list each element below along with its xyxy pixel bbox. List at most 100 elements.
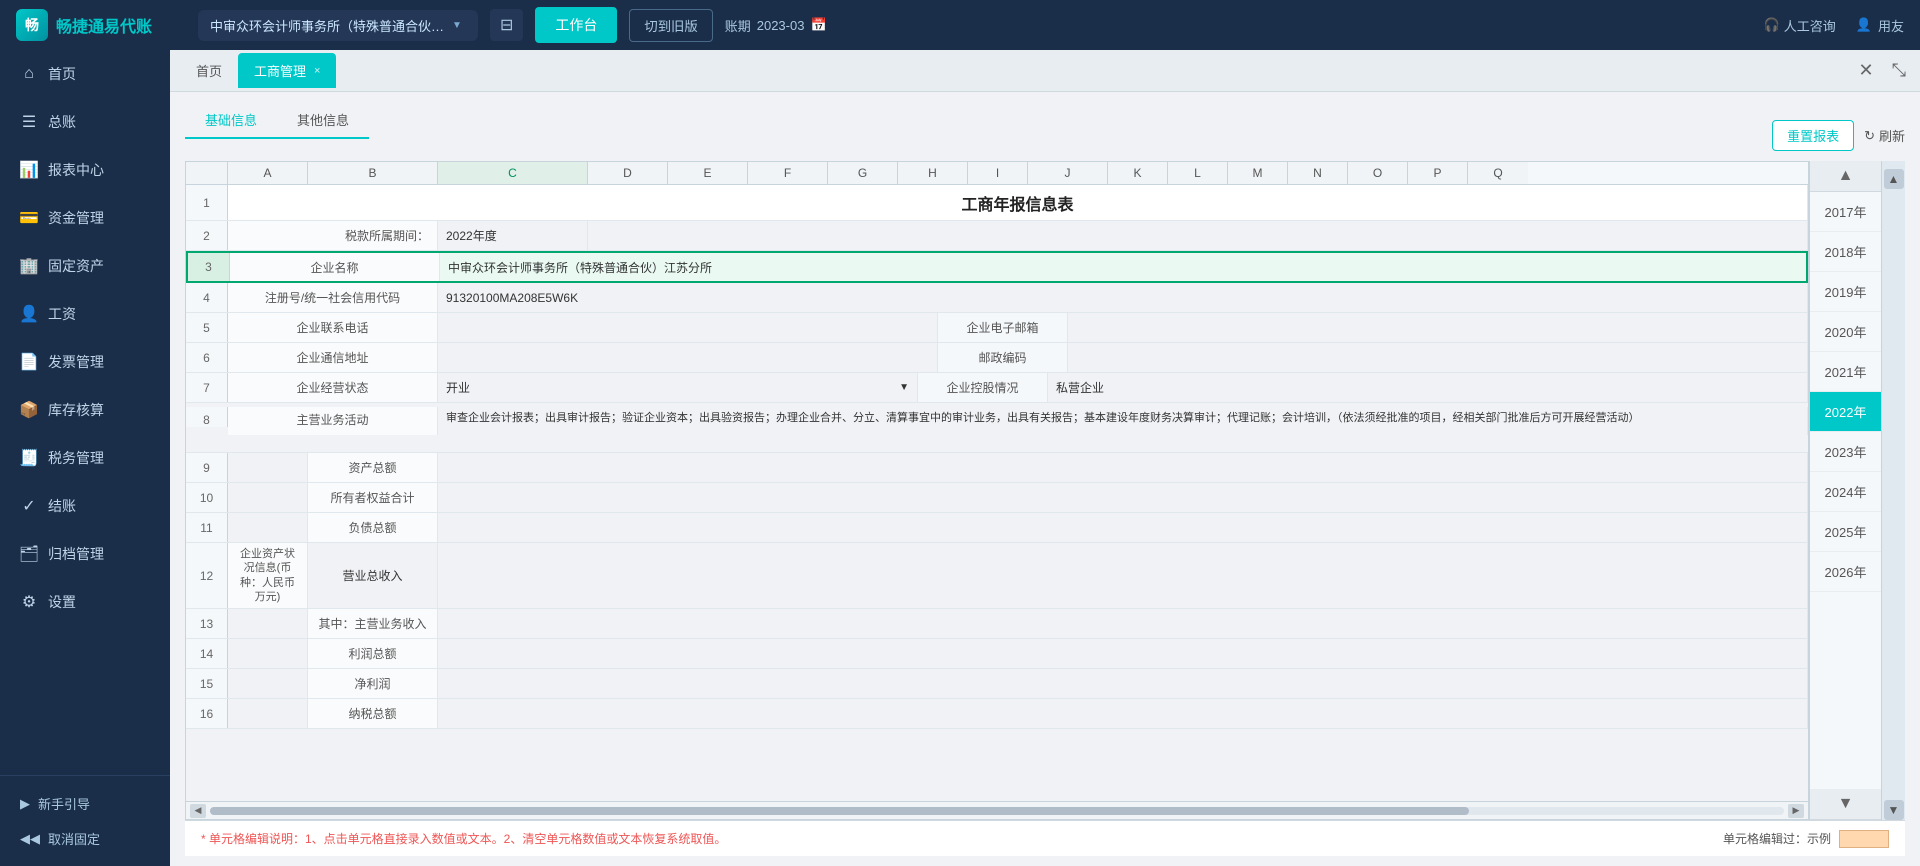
workbench-button[interactable]: 工作台 [535,7,617,43]
user-area[interactable]: 👤 用友 [1856,16,1904,35]
cell-10-a [228,483,308,512]
sidebar-item-home[interactable]: ⌂ 首页 [0,50,170,98]
sidebar-unpin[interactable]: ◀◀ 取消固定 [0,821,170,856]
tab-bar-right: ✕ ⤡ [1855,56,1911,85]
close-accounts-icon: ✓ [20,497,38,515]
app-title: 畅捷通易代账 [56,13,152,37]
tab-home[interactable]: 首页 [180,53,238,88]
year-scroll-up-button[interactable]: ▲ [1810,161,1881,192]
company-selector[interactable]: 中审众环会计师事务所（特殊普通合伙… ▼ [198,10,478,41]
sidebar-item-label: 归档管理 [48,544,104,564]
sidebar-item-archive[interactable]: 🗂 归档管理 [0,530,170,578]
row-num: 10 [186,483,228,512]
year-item-2017[interactable]: 2017年 [1810,192,1881,232]
consult-button[interactable]: 🎧 人工咨询 [1764,16,1836,35]
col-I: I [968,162,1028,184]
row-num: 5 [186,313,228,342]
year-item-2023[interactable]: 2023年 [1810,432,1881,472]
scroll-track[interactable] [210,807,1784,815]
cell-13-c[interactable] [438,609,1808,638]
refresh-icon: ↻ [1864,128,1875,144]
cell-16-c[interactable] [438,699,1808,728]
col-J: J [1028,162,1108,184]
sidebar-item-close[interactable]: ✓ 结账 [0,482,170,530]
year-item-2021[interactable]: 2021年 [1810,352,1881,392]
cell-8-c[interactable]: 审查企业会计报表；出具审计报告；验证企业资本；出具验资报告；办理企业合并、分立、… [438,407,1808,435]
cell-7-k[interactable]: 私营企业 [1048,373,1808,402]
scroll-right-button[interactable]: ▶ [1788,804,1804,818]
sidebar-item-inventory[interactable]: 📦 库存核算 [0,386,170,434]
cell-14-c[interactable] [438,639,1808,668]
year-item-2020[interactable]: 2020年 [1810,312,1881,352]
sidebar-item-tax[interactable]: 🧾 税务管理 [0,434,170,482]
scroll-left-button[interactable]: ◀ [190,804,206,818]
sidebar-item-finance[interactable]: 💳 资金管理 [0,194,170,242]
tab-expand-button[interactable]: ⤡ [1888,56,1910,85]
chevron-down-button[interactable]: ▼ [1884,800,1904,820]
status-right: 单元格编辑过：示例 [1723,830,1889,848]
status-hint: * 单元格编辑说明：1、点击单元格直接录入数值或文本。2、清空单元格数值或文本恢… [201,830,726,847]
sidebar-item-reports[interactable]: 📊 报表中心 [0,146,170,194]
horizontal-scrollbar[interactable]: ◀ ▶ [186,801,1808,819]
cell-4-c[interactable]: 91320100MA208E5W6K [438,283,1808,312]
year-item-2019[interactable]: 2019年 [1810,272,1881,312]
sidebar-item-label: 设置 [48,592,76,612]
finance-icon: 💳 [20,209,38,227]
switch-version-button[interactable]: 切到旧版 [629,9,712,42]
copy-button[interactable]: ⊟ [490,9,523,41]
sidebar-item-settings[interactable]: ⚙ 设置 [0,578,170,626]
sidebar-new-guide[interactable]: ▶ 新手引导 [0,786,170,821]
cell-12-c[interactable] [438,543,1808,608]
cell-6-c[interactable] [438,343,938,372]
year-item-2022[interactable]: 2022年 [1810,392,1881,432]
year-item-2024[interactable]: 2024年 [1810,472,1881,512]
chevron-up-button[interactable]: ▲ [1884,169,1904,189]
tab-close-icon[interactable]: × [314,65,320,77]
sub-tab-other[interactable]: 其他信息 [277,102,369,139]
year-item-2025[interactable]: 2025年 [1810,512,1881,552]
cell-10-c[interactable] [438,483,1808,512]
row-num: 11 [186,513,228,542]
col-M: M [1228,162,1288,184]
cell-2-c[interactable]: 2022年度 [438,221,588,250]
cell-5-c[interactable] [438,313,938,342]
cell-title[interactable]: 工商年报信息表 [228,185,1808,220]
cell-9-c[interactable] [438,453,1808,482]
year-scroll-down-button[interactable]: ▼ [1810,789,1881,820]
reset-report-button[interactable]: 重置报表 [1772,120,1854,151]
header: 畅 畅捷通易代账 中审众环会计师事务所（特殊普通合伙… ▼ ⊟ 工作台 切到旧版… [0,0,1920,50]
cell-6-k[interactable] [1068,343,1808,372]
company-name: 中审众环会计师事务所（特殊普通合伙… [210,16,444,35]
cell-15-c[interactable] [438,669,1808,698]
refresh-button[interactable]: ↻ 刷新 [1864,126,1905,145]
table-row[interactable]: 3 企业名称 中审众环会计师事务所（特殊普通合伙）江苏分所 [186,251,1808,283]
year-item-2018[interactable]: 2018年 [1810,232,1881,272]
cell-11-c[interactable] [438,513,1808,542]
cell-5-k[interactable] [1068,313,1808,342]
col-G: G [828,162,898,184]
cell-3-c[interactable]: 中审众环会计师事务所（特殊普通合伙）江苏分所 [440,253,1806,281]
sidebar-item-ledger[interactable]: ☰ 总账 [0,98,170,146]
col-B: B [308,162,438,184]
cell-9-b: 资产总额 [308,453,438,482]
guide-label: 新手引导 [38,794,90,813]
sidebar-item-invoice[interactable]: 📄 发票管理 [0,338,170,386]
sub-tabs: 基础信息 其他信息 [185,102,369,139]
tab-close-button[interactable]: ✕ [1855,56,1878,85]
main-layout: ⌂ 首页 ☰ 总账 📊 报表中心 💳 资金管理 🏢 固定资产 👤 工资 [0,50,1920,866]
row-num: 13 [186,609,228,638]
sidebar-item-payroll[interactable]: 👤 工资 [0,290,170,338]
home-icon: ⌂ [20,65,38,83]
sidebar-item-label: 固定资产 [48,256,104,276]
calendar-icon[interactable]: 📅 [810,17,826,33]
sub-tab-basic[interactable]: 基础信息 [185,102,277,139]
dropdown-icon: ▼ [899,382,909,393]
table-row: 1 工商年报信息表 [186,185,1808,221]
year-item-2026[interactable]: 2026年 [1810,552,1881,592]
tab-commerce[interactable]: 工商管理 × [238,53,336,88]
sidebar-item-assets[interactable]: 🏢 固定资产 [0,242,170,290]
cell-16-b: 纳税总额 [308,699,438,728]
row-num-header [186,162,228,184]
year-sidebar: ▲ 2017年 2018年 2019年 2020年 2021年 2022年 20… [1809,161,1881,820]
cell-7-c[interactable]: 开业 ▼ [438,373,918,402]
